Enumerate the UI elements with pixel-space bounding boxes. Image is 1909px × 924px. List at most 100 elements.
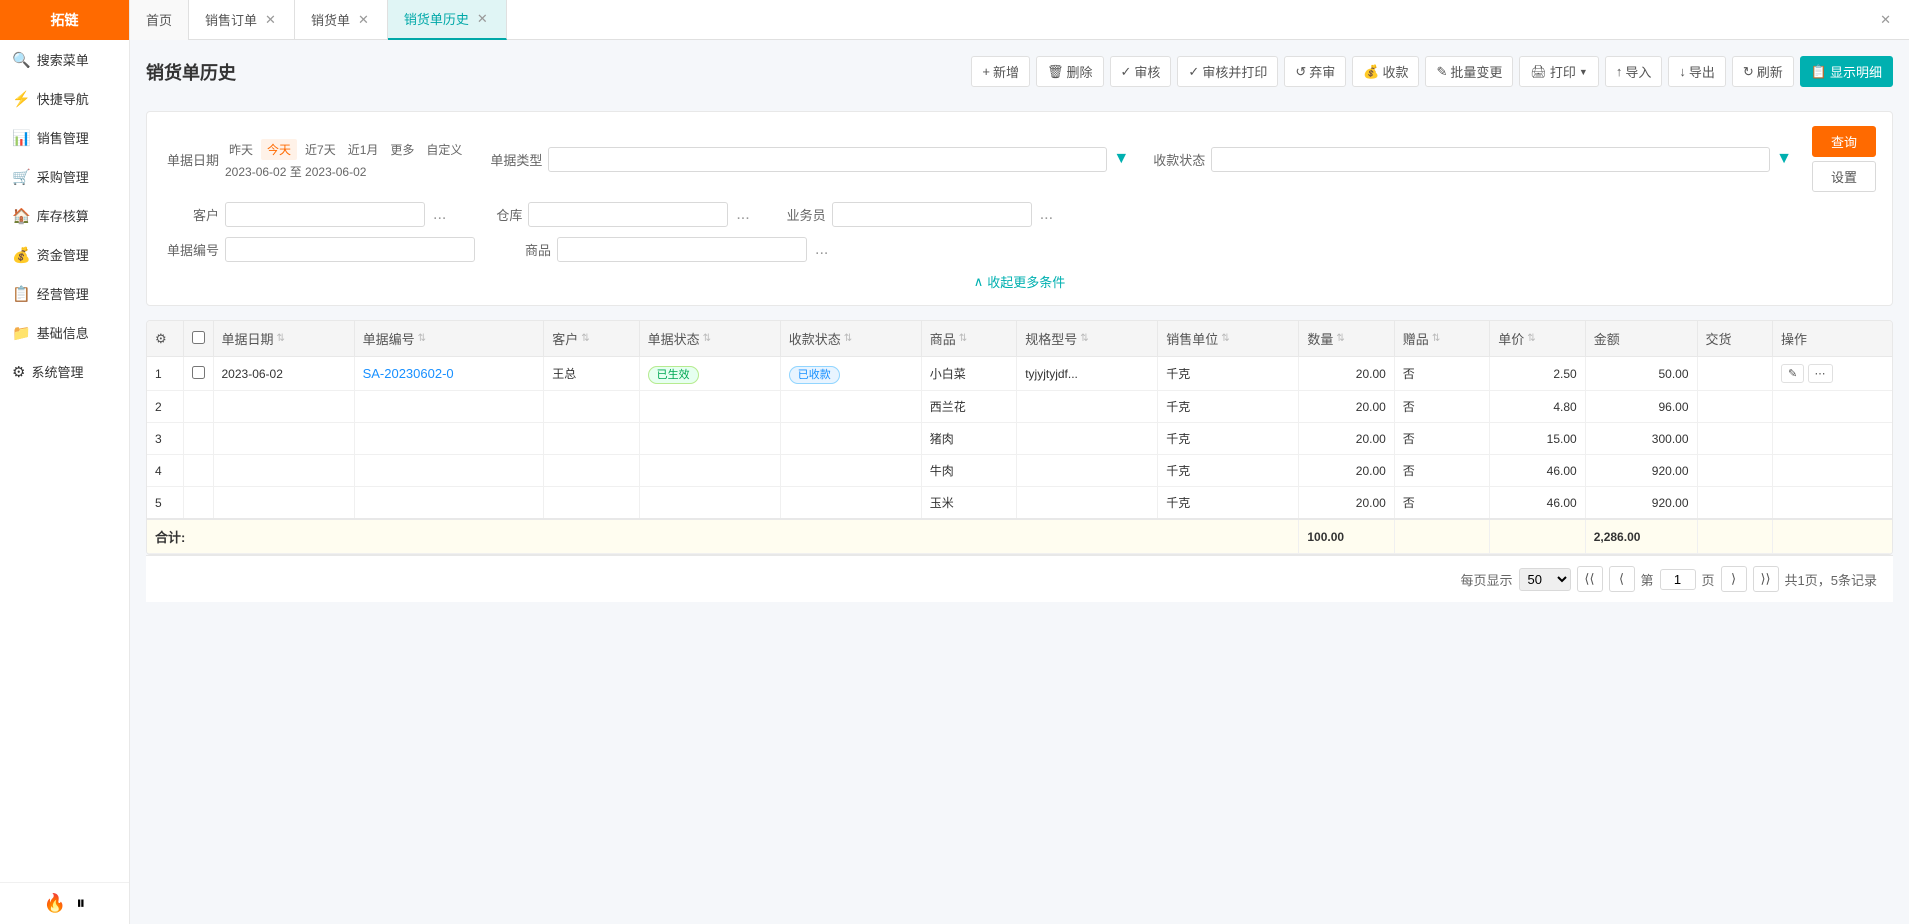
tab-sales-history-close[interactable]: ✕ (475, 11, 490, 27)
goods-dots-icon[interactable]: ... (815, 241, 828, 259)
abandon-button[interactable]: ↺ 弃审 (1284, 56, 1346, 87)
tab-sales-order[interactable]: 销售订单 ✕ (189, 0, 295, 40)
row-checkbox[interactable] (192, 366, 205, 379)
page-last-button[interactable]: ⟩⟩ (1753, 566, 1779, 592)
cell-checkbox[interactable] (183, 391, 213, 423)
cell-goods: 西兰花 (921, 391, 1016, 423)
page-number-input[interactable] (1660, 569, 1696, 590)
refresh-button[interactable]: ↻ 刷新 (1732, 56, 1794, 87)
cell-qty: 20.00 (1299, 357, 1394, 391)
audit-print-button[interactable]: ✓ 审核并打印 (1177, 56, 1278, 87)
sidebar-item-finance-mgmt[interactable]: 💰 资金管理 (0, 235, 129, 274)
edit-row-button[interactable]: ✎ (1781, 364, 1804, 383)
query-button[interactable]: 查询 (1812, 126, 1876, 157)
cell-gift: 否 (1394, 455, 1489, 487)
doc-no-link[interactable]: SA-20230602-0 (363, 366, 454, 381)
sidebar-item-quick-nav[interactable]: ⚡ 快捷导航 (0, 79, 129, 118)
doc-status-sort-icon[interactable]: ⇅ (703, 333, 711, 344)
shortcut-7days[interactable]: 近7天 (301, 139, 340, 160)
sidebar-item-sales-mgmt[interactable]: 📊 销售管理 (0, 118, 129, 157)
select-all-checkbox[interactable] (192, 331, 205, 344)
pause-icon[interactable]: ⏸ (76, 893, 85, 914)
doc-no-input[interactable] (225, 237, 475, 262)
fire-icon[interactable]: 🔥 (44, 893, 66, 914)
cell-unit-price: 46.00 (1490, 487, 1585, 520)
sidebar: 拓链 🔍 搜索菜单 ⚡ 快捷导航 📊 销售管理 🛒 采购管理 🏠 库存核算 💰 … (0, 0, 130, 924)
tab-sales-order-label: 销售订单 (205, 10, 257, 29)
window-close-icon[interactable]: ✕ (1872, 8, 1899, 32)
unit-price-sort-icon[interactable]: ⇅ (1527, 333, 1535, 344)
sidebar-item-search-menu[interactable]: 🔍 搜索菜单 (0, 40, 129, 79)
tab-sales-goods[interactable]: 销货单 ✕ (295, 0, 388, 40)
filter-date-item: 单据日期 昨天 今天 近7天 近1月 更多 自定义 2023-06-02 至 2… (163, 139, 466, 180)
sidebar-item-system-mgmt[interactable]: ⚙ 系统管理 (0, 352, 129, 391)
collect-status-dropdown-icon[interactable]: ▼ (1776, 150, 1792, 168)
unit-sort-icon[interactable]: ⇅ (1221, 333, 1229, 344)
col-unit-price: 单价 ⇅ (1490, 321, 1585, 357)
customer-dots-icon[interactable]: ... (433, 206, 446, 224)
warehouse-input[interactable] (528, 202, 728, 227)
spec-sort-icon[interactable]: ⇅ (1080, 333, 1088, 344)
doc-type-label: 单据类型 (486, 150, 542, 169)
doc-date-sort-icon[interactable]: ⇅ (277, 333, 285, 344)
page-prev-button[interactable]: ⟨ (1609, 566, 1635, 592)
cell-doc-status (639, 487, 780, 520)
collect-status-sort-icon[interactable]: ⇅ (844, 333, 852, 344)
tab-sales-order-close[interactable]: ✕ (263, 12, 278, 28)
tab-sales-goods-close[interactable]: ✕ (356, 12, 371, 28)
cell-checkbox[interactable] (183, 357, 213, 391)
settings-col-icon: ⚙ (155, 331, 167, 346)
customer-input[interactable] (225, 202, 425, 227)
shortcut-custom[interactable]: 自定义 (422, 139, 466, 160)
shortcut-today[interactable]: 今天 (261, 139, 297, 160)
more-row-button[interactable]: ⋯ (1808, 364, 1833, 383)
show-detail-button[interactable]: 📋 显示明细 (1800, 56, 1893, 87)
sidebar-item-inventory[interactable]: 🏠 库存核算 (0, 196, 129, 235)
delete-button[interactable]: 🗑 删除 (1036, 56, 1104, 87)
batch-change-button[interactable]: ✎ 批量变更 (1425, 56, 1513, 87)
staff-dots-icon[interactable]: ... (1040, 206, 1053, 224)
export-button[interactable]: ↓ 导出 (1668, 56, 1726, 87)
shortcut-1month[interactable]: 近1月 (344, 139, 383, 160)
sidebar-item-operation-mgmt[interactable]: 📋 经营管理 (0, 274, 129, 313)
shortcut-yesterday[interactable]: 昨天 (225, 139, 257, 160)
audit-button[interactable]: ✓ 审核 (1110, 56, 1172, 87)
customer-sort-icon[interactable]: ⇅ (581, 333, 589, 344)
tab-sales-history[interactable]: 销货单历史 ✕ (388, 0, 507, 40)
goods-sort-icon[interactable]: ⇅ (959, 333, 967, 344)
page-first-button[interactable]: ⟨⟨ (1577, 566, 1603, 592)
sidebar-item-purchase-mgmt[interactable]: 🛒 采购管理 (0, 157, 129, 196)
cell-amount: 920.00 (1585, 455, 1697, 487)
doc-type-input[interactable] (548, 147, 1107, 172)
collapse-button[interactable]: ∧ 收起更多条件 (163, 272, 1876, 291)
gift-sort-icon[interactable]: ⇅ (1432, 333, 1440, 344)
import-button[interactable]: ↑ 导入 (1605, 56, 1663, 87)
warehouse-dots-icon[interactable]: ... (736, 206, 749, 224)
new-button[interactable]: + 新增 (971, 56, 1030, 87)
col-checkbox[interactable] (183, 321, 213, 357)
plus-icon: + (982, 64, 990, 79)
cell-amount: 920.00 (1585, 487, 1697, 520)
qty-sort-icon[interactable]: ⇅ (1336, 333, 1344, 344)
staff-input[interactable] (832, 202, 1032, 227)
doc-no-sort-icon[interactable]: ⇅ (418, 333, 426, 344)
cell-checkbox[interactable] (183, 455, 213, 487)
doc-type-dropdown-icon[interactable]: ▼ (1113, 150, 1129, 168)
collect-button[interactable]: 💰 收款 (1352, 56, 1419, 87)
tabbar-right: ✕ (1872, 8, 1909, 32)
tab-home[interactable]: 首页 (130, 0, 189, 40)
collect-status-input[interactable] (1211, 147, 1770, 172)
per-page-select[interactable]: 50 10 20 100 (1519, 568, 1571, 591)
print-button[interactable]: 🖨 打印 ▼ (1519, 56, 1598, 87)
export-icon: ↓ (1679, 64, 1686, 79)
cell-checkbox[interactable] (183, 487, 213, 520)
setting-button[interactable]: 设置 (1812, 161, 1876, 192)
shortcut-more[interactable]: 更多 (386, 139, 418, 160)
sidebar-item-basic-info[interactable]: 📁 基础信息 (0, 313, 129, 352)
page-next-button[interactable]: ⟩ (1721, 566, 1747, 592)
cell-checkbox[interactable] (183, 423, 213, 455)
system-mgmt-icon: ⚙ (12, 363, 25, 381)
col-settings[interactable]: ⚙ (147, 321, 183, 357)
goods-input[interactable] (557, 237, 807, 262)
customer-header: 客户 (552, 329, 578, 348)
